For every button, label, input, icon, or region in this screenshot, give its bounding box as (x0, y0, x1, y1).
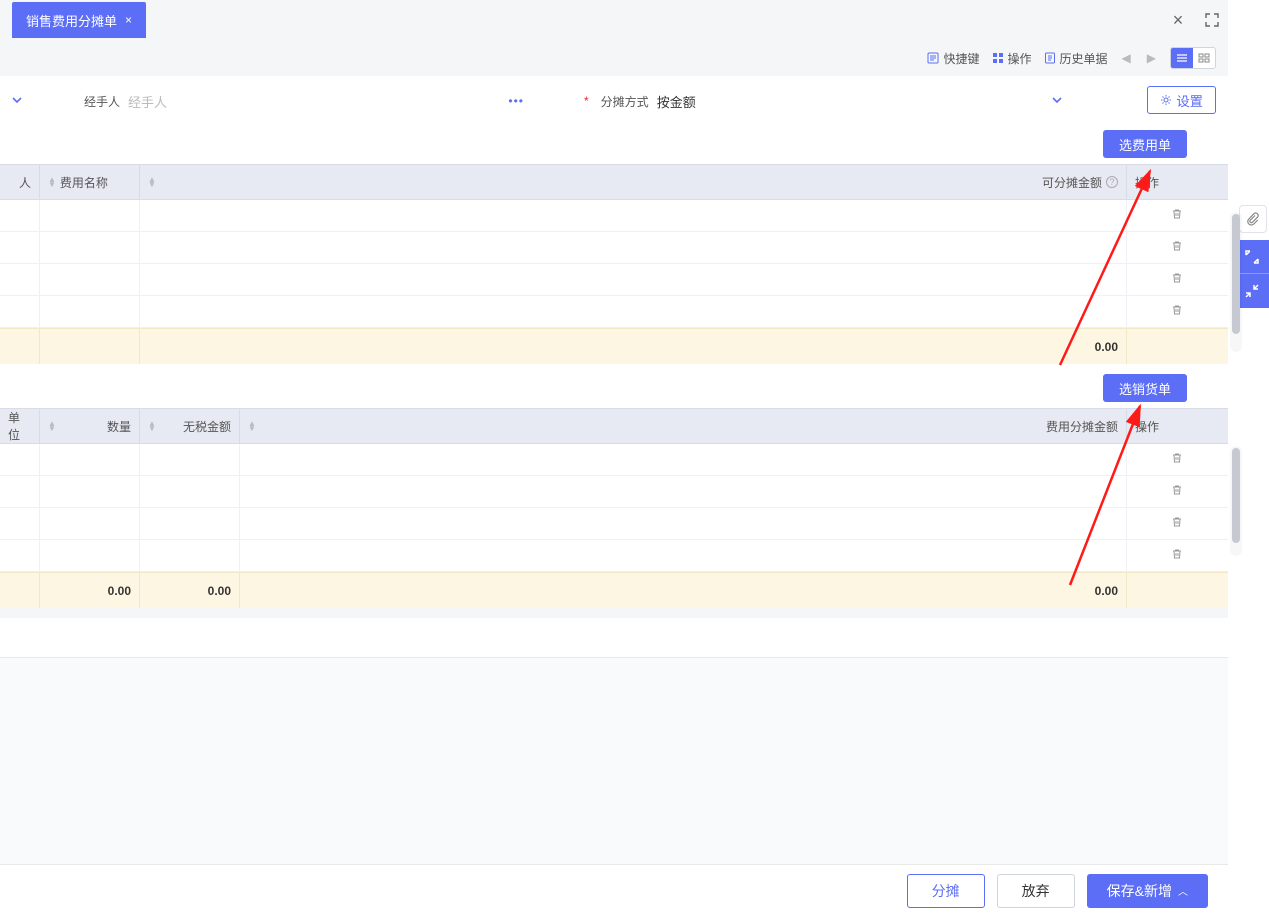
table-row[interactable] (0, 264, 1228, 296)
t2-total-alloc: 0.00 (1095, 584, 1118, 598)
chevron-down-icon[interactable] (10, 93, 24, 110)
view-card-icon[interactable] (1193, 48, 1215, 68)
col-partial: 人 (19, 174, 31, 191)
operate-label: 操作 (1008, 50, 1032, 67)
sort-icon[interactable] (48, 177, 56, 187)
allocate-button[interactable]: 分摊 (907, 874, 985, 908)
tab-title: 销售费用分摊单 (26, 11, 117, 30)
trash-icon[interactable] (1171, 304, 1183, 319)
t1-total-amount: 0.00 (1095, 340, 1118, 354)
select-expense-button[interactable]: 选费用单 (1103, 130, 1187, 158)
handler-input[interactable]: 经手人 (128, 92, 288, 111)
settings-button[interactable]: 设置 (1147, 86, 1216, 114)
table-row[interactable] (0, 296, 1228, 328)
blank-panel (0, 618, 1228, 658)
sort-icon[interactable] (248, 421, 256, 431)
scrollbar[interactable] (1230, 212, 1242, 352)
view-toggle (1170, 47, 1216, 69)
trash-icon[interactable] (1171, 548, 1183, 563)
col-unit: 单位 (8, 409, 31, 443)
col-operate: 操作 (1135, 174, 1159, 191)
info-icon[interactable]: ? (1106, 176, 1118, 188)
footer-bar: 分摊 放弃 保存&新增 ︿ (0, 864, 1228, 916)
fullscreen-icon[interactable] (1202, 10, 1222, 30)
method-field[interactable]: * 分摊方式 按金额 (584, 92, 1064, 111)
trash-icon[interactable] (1171, 272, 1183, 287)
handler-more-icon[interactable]: ••• (508, 94, 524, 108)
attachment-button[interactable] (1239, 205, 1267, 233)
history-label: 历史单据 (1060, 50, 1108, 67)
operate-button[interactable]: 操作 (992, 50, 1032, 67)
col-notax: 无税金额 (160, 418, 231, 435)
table-row[interactable] (0, 444, 1228, 476)
table-row[interactable] (0, 476, 1228, 508)
sort-icon[interactable] (148, 177, 156, 187)
window-close-icon[interactable]: × (1168, 10, 1188, 30)
table-row[interactable] (0, 508, 1228, 540)
view-list-icon[interactable] (1171, 48, 1193, 68)
chevron-down-icon[interactable] (1050, 93, 1064, 110)
handler-label: 经手人 (84, 93, 120, 110)
tab-close-icon[interactable]: × (125, 13, 132, 27)
form-row: 经手人 经手人 ••• * 分摊方式 按金额 设置 (0, 76, 1228, 126)
trash-icon[interactable] (1171, 452, 1183, 467)
col-amount: 可分摊金额 (1042, 174, 1102, 191)
tab-active[interactable]: 销售费用分摊单 × (12, 2, 146, 38)
table-row[interactable] (0, 540, 1228, 572)
trash-icon[interactable] (1171, 516, 1183, 531)
discard-button[interactable]: 放弃 (997, 874, 1075, 908)
select-sales-button[interactable]: 选销货单 (1103, 374, 1187, 402)
col-qty: 数量 (60, 418, 131, 435)
shortcut-label: 快捷键 (943, 50, 979, 67)
col-name: 费用名称 (60, 174, 108, 191)
chevron-up-icon: ︿ (1178, 883, 1188, 898)
trash-icon[interactable] (1171, 240, 1183, 255)
nav-prev-icon[interactable]: ◀ (1120, 51, 1133, 65)
t2-total-qty: 0.00 (108, 584, 131, 598)
required-star-icon: * (584, 94, 589, 108)
history-button[interactable]: 历史单据 (1044, 50, 1108, 67)
method-label: 分摊方式 (601, 93, 649, 110)
sort-icon[interactable] (148, 421, 156, 431)
sort-icon[interactable] (48, 421, 56, 431)
save-new-button[interactable]: 保存&新增 ︿ (1087, 874, 1208, 908)
col-alloc: 费用分摊金额 (1046, 418, 1118, 435)
handler-field[interactable]: 经手人 经手人 ••• (84, 92, 524, 111)
sales-table: 单位 数量 无税金额 费用分摊金额 操作 0.00 0.00 0.00 (0, 408, 1228, 608)
trash-icon[interactable] (1171, 208, 1183, 223)
expense-table: 人 费用名称 可分摊金额 ? 操作 0.00 (0, 164, 1228, 364)
method-value: 按金额 (657, 92, 696, 111)
trash-icon[interactable] (1171, 484, 1183, 499)
nav-next-icon[interactable]: ▶ (1145, 51, 1158, 65)
save-new-label: 保存&新增 (1107, 881, 1172, 901)
col-operate2: 操作 (1135, 418, 1159, 435)
secondary-toolbar: 快捷键 操作 历史单据 ◀ ▶ (0, 40, 1228, 76)
scrollbar[interactable] (1230, 446, 1242, 556)
tab-bar: 销售费用分摊单 × × (0, 0, 1228, 40)
shortcut-button[interactable]: 快捷键 (927, 50, 979, 67)
t2-total-notax: 0.00 (208, 584, 231, 598)
settings-label: 设置 (1176, 91, 1203, 110)
table-row[interactable] (0, 232, 1228, 264)
table-row[interactable] (0, 200, 1228, 232)
